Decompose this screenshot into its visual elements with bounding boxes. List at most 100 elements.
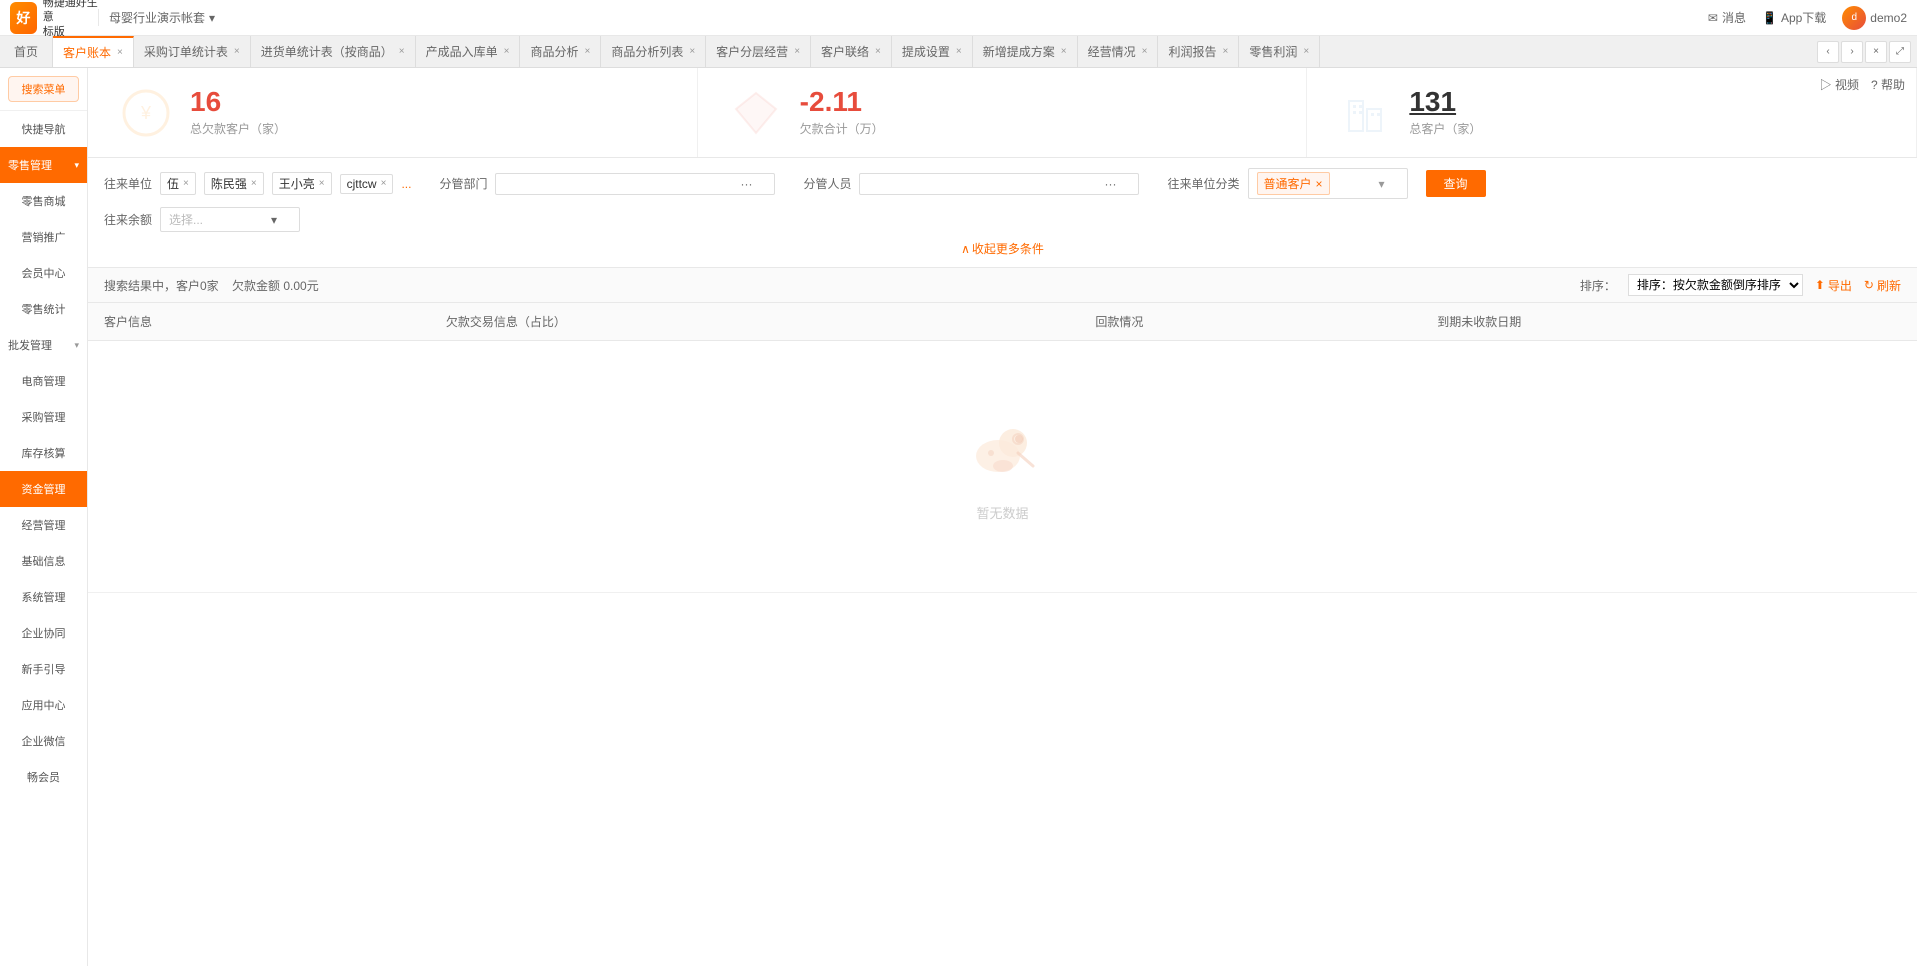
sidebar-item-retail-mall[interactable]: 零售商城 [0,183,87,219]
tab-customer-ledger[interactable]: 客户账本 × [53,36,134,68]
stats-bar-actions: ▷ 视频 ? 帮助 [1820,76,1905,93]
tab-purchase-order[interactable]: 采购订单统计表 × [134,36,251,68]
remove-unit-tag-wu[interactable]: × [183,178,189,189]
svg-text:¥: ¥ [140,103,152,123]
tab-profit-report[interactable]: 利润报告 × [1158,36,1239,68]
expand-tabs-button[interactable]: ⤢ [1889,41,1911,63]
sidebar-item-beginner[interactable]: 新手引导 [0,651,87,687]
logo-text: 畅捷通好生意 标版 [43,0,98,39]
remove-unit-tag-chen[interactable]: × [251,178,257,189]
tab-commission-settings[interactable]: 提成设置 × [892,36,973,68]
close-tab-customer-ledger[interactable]: × [117,47,123,58]
empty-state-cell: 暂无数据 [88,341,1917,593]
video-link[interactable]: ▷ 视频 [1820,76,1859,93]
sidebar-item-operations[interactable]: 经营管理 [0,507,87,543]
help-icon: ? [1871,78,1881,92]
stat-debt-customers-label: 总欠款客户（家） [190,120,286,137]
sidebar-item-system[interactable]: 系统管理 [0,579,87,615]
close-tab-purchase-order[interactable]: × [234,46,240,57]
sidebar-item-marketing[interactable]: 营销推广 [0,219,87,255]
close-tab-product-analysis[interactable]: × [584,46,590,57]
close-tab-production-inbound[interactable]: × [504,46,510,57]
search-menu-button[interactable]: 搜索菜单 [8,76,79,102]
unit-filter-more[interactable]: ... [401,177,411,191]
sidebar: 搜索菜单 快捷导航 零售管理 ▾ 零售商城 营销推广 会员中心 零售统计 批发管… [0,68,88,966]
tab-operations[interactable]: 经营情况 × [1078,36,1159,68]
play-icon: ▷ [1820,78,1835,92]
sidebar-item-enterprise[interactable]: 企业协同 [0,615,87,651]
close-tab-inbound-stats[interactable]: × [399,46,405,57]
tab-new-commission-plan[interactable]: 新增提成方案 × [973,36,1078,68]
export-button[interactable]: ⬆ 导出 [1815,277,1852,294]
stat-debt-amount-label: 欠款合计（万） [800,120,884,137]
unit-tag-cjttcw[interactable]: cjttcw × [340,174,394,194]
tab-production-inbound[interactable]: 产成品入库单 × [416,36,521,68]
sidebar-item-wechat-work[interactable]: 企业微信 [0,723,87,759]
sort-select[interactable]: 排序：按欠款金额倒序排序 [1628,274,1803,296]
help-link[interactable]: ? 帮助 [1871,76,1905,93]
unit-tag-chen[interactable]: 陈民强 × [204,172,264,195]
sidebar-item-member[interactable]: 畅会员 [0,759,87,795]
tab-customer-contact[interactable]: 客户联络 × [811,36,892,68]
tab-retail-profit[interactable]: 零售利润 × [1239,36,1320,68]
sidebar-item-retail-stats[interactable]: 零售统计 [0,291,87,327]
top-bar: 好 畅捷通好生意 标版 母婴行业演示帐套 ▾ ✉ 消息 📱 App下载 d de… [0,0,1917,36]
person-filter-select[interactable]: ··· [859,173,1139,195]
messages-button[interactable]: ✉ 消息 [1708,9,1746,26]
tab-product-analysis[interactable]: 商品分析 × [520,36,601,68]
query-button[interactable]: 查询 [1426,170,1486,197]
sidebar-item-wholesale[interactable]: 批发管理 ▾ [0,327,87,363]
close-tab-customer-layer[interactable]: × [794,46,800,57]
prev-tab-button[interactable]: ‹ [1817,41,1839,63]
refresh-button[interactable]: ↻ 刷新 [1864,277,1901,294]
unit-filter-label: 往来单位 [104,175,152,192]
remove-unit-type-tag[interactable]: × [1316,177,1323,191]
collapse-button[interactable]: ∧ 收起更多条件 [961,240,1044,257]
tab-customer-layer[interactable]: 客户分层经营 × [706,36,811,68]
filter-row-1: 往来单位 伍 × 陈民强 × 王小亮 × cjttcw × ... [104,168,1901,199]
sidebar-quick-nav[interactable]: 快捷导航 [0,111,87,147]
tab-home[interactable]: 首页 [0,36,53,68]
remove-unit-tag-cjttcw[interactable]: × [381,178,387,189]
diamond-icon [728,85,784,141]
close-tab-retail-profit[interactable]: × [1303,46,1309,57]
building-icon [1337,85,1393,141]
tab-inbound-stats[interactable]: 进货单统计表（按商品） × [251,36,416,68]
close-tab-profit-report[interactable]: × [1222,46,1228,57]
close-tab-product-analysis-list[interactable]: × [689,46,695,57]
user-profile[interactable]: d demo2 [1842,6,1907,30]
next-tab-button[interactable]: › [1841,41,1863,63]
sidebar-item-inventory[interactable]: 库存核算 [0,435,87,471]
sidebar-item-retail-management[interactable]: 零售管理 ▾ [0,147,87,183]
close-all-tabs-button[interactable]: × [1865,41,1887,63]
stat-debt-amount: -2.11 欠款合计（万） [698,68,1308,157]
close-tab-customer-contact[interactable]: × [875,46,881,57]
chevron-down-icon: ▾ [1378,177,1384,191]
sidebar-item-purchase[interactable]: 采购管理 [0,399,87,435]
no-data-icon [963,411,1043,491]
balance-filter-select[interactable]: 选择... ▾ [160,207,300,232]
sidebar-item-finance[interactable]: 资金管理 [0,471,87,507]
close-tab-operations[interactable]: × [1142,46,1148,57]
chevron-down-icon: ▾ [209,11,215,25]
tab-bar: 首页 客户账本 × 采购订单统计表 × 进货单统计表（按商品） × 产成品入库单… [0,36,1917,68]
data-table: 客户信息 欠款交易信息（占比） 回款情况 到期未收款日期 [88,303,1917,593]
sidebar-item-app-center[interactable]: 应用中心 [0,687,87,723]
tab-product-analysis-list[interactable]: 商品分析列表 × [601,36,706,68]
close-tab-commission-settings[interactable]: × [956,46,962,57]
unit-tag-wang[interactable]: 王小亮 × [272,172,332,195]
unit-type-filter[interactable]: 普通客户 × ▾ [1248,168,1408,199]
empty-state: 暂无数据 [104,351,1901,582]
stats-bar: ¥ 16 总欠款客户（家） -2.11 欠款合计（万 [88,68,1917,158]
unit-tag-wu[interactable]: 伍 × [160,172,196,195]
workspace-selector[interactable]: 母婴行业演示帐套 ▾ [98,9,225,26]
remove-unit-tag-wang[interactable]: × [319,178,325,189]
close-tab-new-commission-plan[interactable]: × [1061,46,1067,57]
sidebar-item-basic-info[interactable]: 基础信息 [0,543,87,579]
sidebar-item-ecommerce[interactable]: 电商管理 [0,363,87,399]
unit-type-tag-normal[interactable]: 普通客户 × [1257,172,1330,195]
sidebar-item-member-center[interactable]: 会员中心 [0,255,87,291]
dept-filter-select[interactable]: ··· [495,173,775,195]
app-download-button[interactable]: 📱 App下载 [1762,9,1826,26]
tab-bar-actions: ‹ › × ⤢ [1811,41,1917,63]
